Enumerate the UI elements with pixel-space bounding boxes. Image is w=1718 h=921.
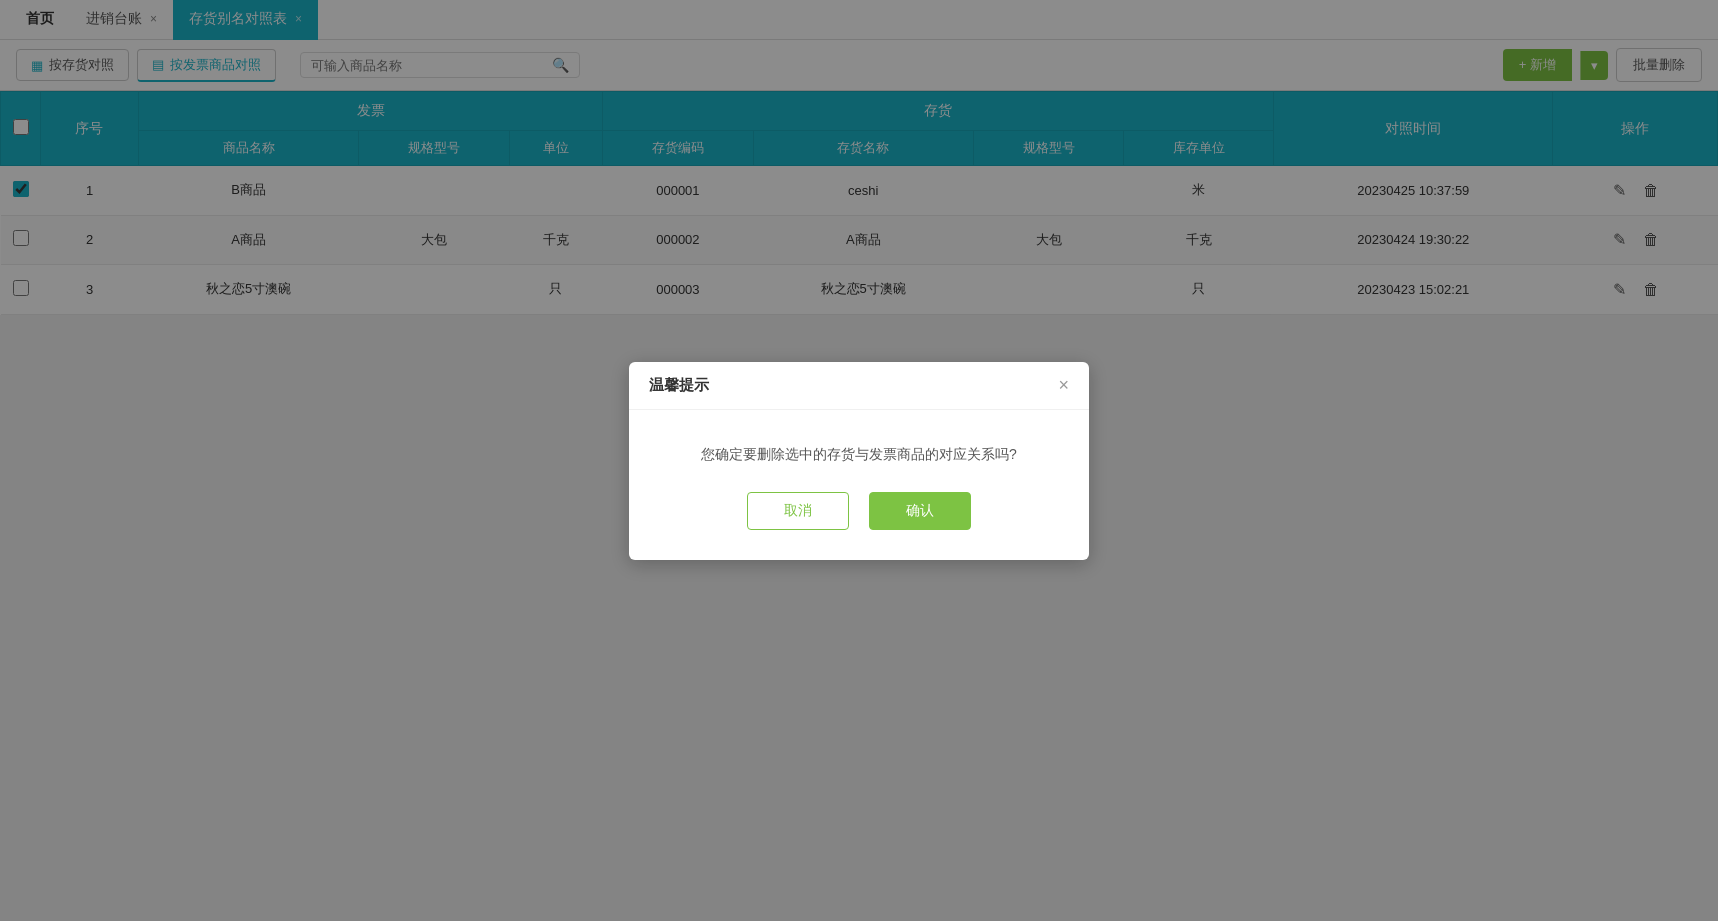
modal-overlay: 温馨提示 × 您确定要删除选中的存货与发票商品的对应关系吗? 取消 确认 bbox=[0, 0, 1718, 315]
